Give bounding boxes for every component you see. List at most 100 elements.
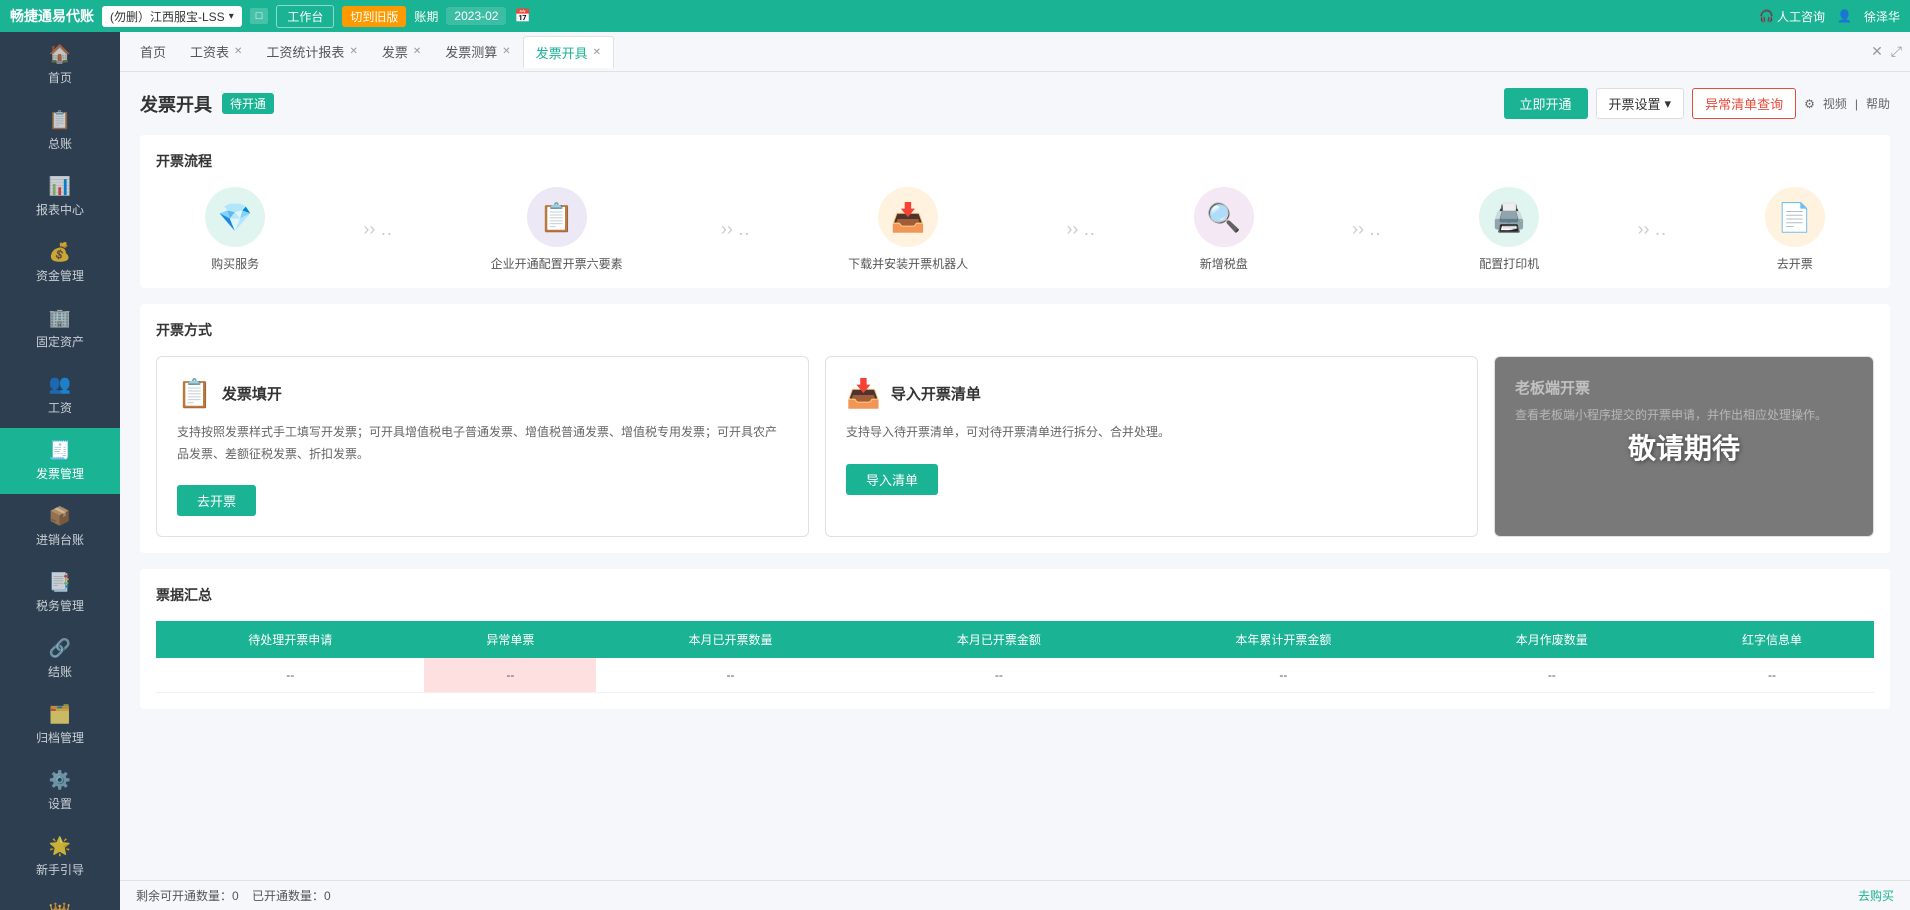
tab-invoice-calc[interactable]: 发票测算 ✕ — [433, 36, 522, 68]
top-bar-right: 🎧 人工咨询 👤 徐泽华 — [1759, 8, 1900, 25]
coming-soon-overlay: 敬请期待 — [1495, 357, 1873, 536]
sidebar-item-label: 设置 — [48, 795, 72, 812]
sidebar-item-label: 归档管理 — [36, 729, 84, 746]
step-icon-wrapper: 📋 — [527, 187, 587, 247]
cell-year-amount: -- — [1133, 658, 1434, 693]
settings-circle-icon: ⚙ — [1804, 97, 1815, 111]
buy-service-icon: 💎 — [218, 201, 253, 234]
page-header-actions: 立即开通 开票设置 ▾ 异常清单查询 ⚙ 视频 | 帮助 — [1504, 88, 1891, 119]
open-settings-button[interactable]: 开票设置 ▾ — [1596, 88, 1685, 119]
arrow-icon: ›› ‥ — [363, 219, 392, 240]
period-value[interactable]: 2023-02 — [446, 7, 506, 25]
sidebar-item-ledger[interactable]: 📋 总账 — [0, 98, 120, 164]
settings-label: 开票设置 — [1609, 94, 1661, 113]
step-icon-wrapper: 🔍 — [1194, 187, 1254, 247]
sidebar-item-assets[interactable]: 🏢 固定资产 — [0, 296, 120, 362]
tab-close-icon[interactable]: ✕ — [413, 46, 421, 57]
tab-payroll[interactable]: 工资表 ✕ — [178, 36, 254, 68]
switch-old-button[interactable]: 切到旧版 — [342, 6, 406, 27]
tab-close-icon[interactable]: ✕ — [502, 46, 510, 57]
top-bar: 畅捷通易代账 (勿删）江西服宝-LSS ▾ □ 工作台 切到旧版 账期 2023… — [0, 0, 1910, 32]
tab-close-icon[interactable]: ✕ — [593, 47, 601, 58]
tab-payroll-report[interactable]: 工资统计报表 ✕ — [254, 36, 369, 68]
step-label: 购买服务 — [211, 255, 259, 272]
open-invoice-icon: 📄 — [1777, 201, 1812, 234]
workbench-button[interactable]: 工作台 — [276, 5, 334, 28]
purchase-sales-icon: 📦 — [49, 506, 71, 527]
tab-home[interactable]: 首页 — [128, 36, 178, 68]
sidebar-item-payroll[interactable]: 👥 工资 — [0, 362, 120, 428]
tab-fapiao[interactable]: 发票 ✕ — [370, 36, 433, 68]
sidebar-item-archive[interactable]: 🗂️ 归档管理 — [0, 692, 120, 758]
status-badge: 待开通 — [222, 93, 274, 114]
fill-title: 发票填开 — [222, 383, 282, 404]
step-icon-wrapper: 📄 — [1765, 187, 1825, 247]
user-name[interactable]: 徐泽华 — [1864, 8, 1900, 25]
payroll-icon: 👥 — [49, 374, 71, 395]
tab-label: 发票测算 — [445, 42, 497, 61]
sidebar-item-tax[interactable]: 📑 税务管理 — [0, 560, 120, 626]
bottom-right: 去购买 — [1858, 887, 1894, 904]
sidebar-item-label: 首页 — [48, 69, 72, 86]
abnormal-query-button[interactable]: 异常清单查询 — [1692, 88, 1796, 119]
sidebar-item-funds[interactable]: 💰 资金管理 — [0, 230, 120, 296]
col-pending: 待处理开票申请 — [156, 621, 424, 658]
step-icon-wrapper: 🖨️ — [1479, 187, 1539, 247]
buy-link[interactable]: 去购买 — [1858, 889, 1894, 903]
tab-close-icon[interactable]: ✕ — [234, 46, 242, 57]
sidebar-item-label: 工资 — [48, 399, 72, 416]
tab-invoice-issue[interactable]: 发票开具 ✕ — [523, 36, 614, 68]
sidebar-item-label: 发票管理 — [36, 465, 84, 482]
sidebar-item-guide[interactable]: 🌟 新手引导 — [0, 824, 120, 890]
sidebar-item-label: 进销台账 — [36, 531, 84, 548]
summary-section: 票据汇总 待处理开票申请 异常单票 本月已开票数量 本月已开票金额 本年累计开票… — [140, 569, 1890, 709]
restore-icon[interactable]: ⤢ — [1891, 43, 1902, 60]
close-all-icon[interactable]: ✕ — [1871, 43, 1883, 60]
ledger-icon: 📋 — [49, 110, 71, 131]
col-void-count: 本月作废数量 — [1434, 621, 1670, 658]
company-selector[interactable]: (勿删）江西服宝-LSS ▾ — [102, 6, 242, 27]
tab-label: 发票 — [382, 42, 408, 61]
arrow-icon: ›› ‥ — [1066, 219, 1095, 240]
calendar-icon[interactable]: 📅 — [514, 8, 530, 24]
tax-icon: 📑 — [49, 572, 71, 593]
sidebar-item-label: 结账 — [48, 663, 72, 680]
page-content: 发票开具 待开通 立即开通 开票设置 ▾ 异常清单查询 ⚙ 视频 | 帮助 — [120, 72, 1910, 880]
step-label: 新增税盘 — [1200, 255, 1248, 272]
chevron-down-icon: ▾ — [1665, 96, 1672, 112]
tax-disk-icon: 🔍 — [1206, 201, 1241, 234]
bottom-bar: 剩余可开通数量：0 已开通数量：0 去购买 — [120, 880, 1910, 910]
cell-void-count: -- — [1434, 658, 1670, 693]
arrow-icon: ›› ‥ — [1637, 219, 1666, 240]
company-name: (勿删）江西服宝-LSS — [110, 8, 225, 25]
customer-service-link[interactable]: 🎧 人工咨询 — [1759, 8, 1825, 25]
step-label: 下载并安装开票机器人 — [848, 255, 968, 272]
help-area: ⚙ 视频 | 帮助 — [1804, 95, 1890, 112]
sidebar-item-settings[interactable]: ⚙️ 设置 — [0, 758, 120, 824]
sidebar-item-purchase-sales[interactable]: 📦 进销台账 — [0, 494, 120, 560]
printer-icon: 🖨️ — [1492, 201, 1527, 234]
method-section-title: 开票方式 — [156, 320, 1874, 340]
copy-button[interactable]: □ — [250, 8, 269, 24]
fill-icon: 📋 — [177, 377, 212, 410]
sidebar-item-vip[interactable]: 👑 畅会员 — [0, 890, 120, 910]
fill-desc: 支持按照发票样式手工填写开发票；可开具增值税电子普通发票、增值税普通发票、增值税… — [177, 422, 788, 465]
sidebar-item-invoice[interactable]: 🧾 发票管理 — [0, 428, 120, 494]
assets-icon: 🏢 — [49, 308, 71, 329]
settings-icon: ⚙️ — [49, 770, 71, 791]
col-red-info: 红字信息单 — [1670, 621, 1874, 658]
cell-abnormal: -- — [424, 658, 596, 693]
go-issue-button[interactable]: 去开票 — [177, 485, 256, 516]
sidebar-item-checkout[interactable]: 🔗 结账 — [0, 626, 120, 692]
tab-label: 首页 — [140, 42, 166, 61]
sidebar-item-home[interactable]: 🏠 首页 — [0, 32, 120, 98]
invoice-old-card: 老板端开票 查看老板端小程序提交的开票申请，并作出相应处理操作。 敬请期待 — [1494, 356, 1874, 537]
tab-close-icon[interactable]: ✕ — [349, 46, 357, 57]
cell-red-info: -- — [1670, 658, 1874, 693]
sidebar-item-reports[interactable]: 📊 报表中心 — [0, 164, 120, 230]
opened-label: 已开通数量：0 — [252, 889, 331, 903]
import-list-button[interactable]: 导入清单 — [846, 464, 938, 495]
video-link[interactable]: 视频 — [1823, 95, 1847, 112]
open-now-button[interactable]: 立即开通 — [1504, 88, 1588, 119]
help-link[interactable]: 帮助 — [1866, 95, 1890, 112]
